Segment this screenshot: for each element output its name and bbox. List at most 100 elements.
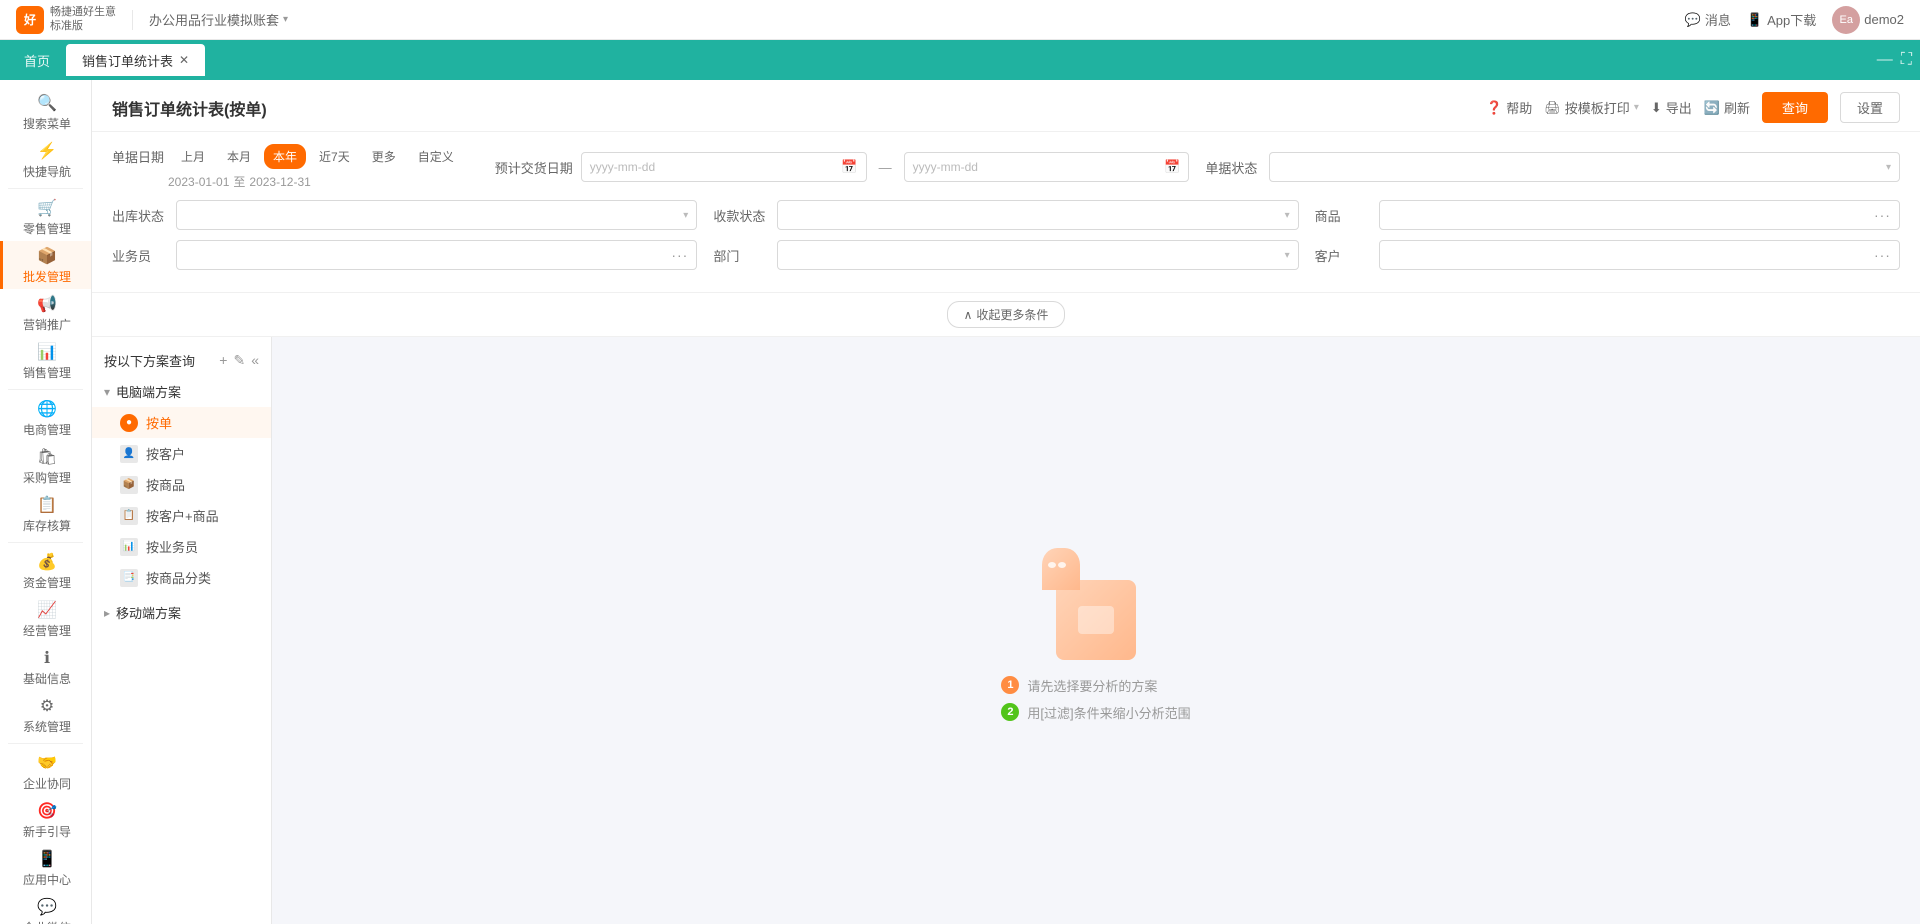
sidebar-item-basic-info[interactable]: ℹ 基础信息 bbox=[0, 643, 91, 691]
scheme-item-by-product[interactable]: 📦 按商品 bbox=[92, 469, 271, 500]
add-scheme-btn[interactable]: + bbox=[219, 352, 227, 369]
sidebar-item-purchase[interactable]: 🛍 采购管理 bbox=[0, 442, 91, 490]
sidebar-item-app-center[interactable]: 📱 应用中心 bbox=[0, 844, 91, 892]
customer-input[interactable]: ··· bbox=[1379, 240, 1900, 270]
sidebar-item-marketing[interactable]: 📢 营销推广 bbox=[0, 289, 91, 337]
empty-tips: 1 请先选择要分析的方案 2 用[过滤]条件来缩小分析范围 bbox=[1001, 676, 1190, 722]
tab-close-icon[interactable]: ✕ bbox=[179, 53, 189, 67]
sidebar-item-enterprise-collab[interactable]: 🤝 企业协同 bbox=[0, 748, 91, 796]
logo-area: 好 畅捷通好生意 标准版 bbox=[16, 6, 116, 34]
user-menu[interactable]: Ea demo2 bbox=[1832, 6, 1904, 34]
filter-row-3: 业务员 ··· 部门 ▾ 客户 bbox=[112, 240, 1900, 270]
last-7-days-btn[interactable]: 近7天 bbox=[310, 144, 359, 169]
edit-scheme-btn[interactable]: ✎ bbox=[233, 352, 245, 369]
payment-status-label: 收款状态 bbox=[713, 206, 769, 225]
salesperson-more-icon[interactable]: ··· bbox=[671, 247, 688, 263]
sidebar-item-search-menu[interactable]: 🔍 搜索菜单 bbox=[0, 88, 91, 136]
order-status-select[interactable]: ▾ bbox=[1269, 152, 1900, 182]
by-salesperson-icon: 📊 bbox=[120, 538, 138, 556]
customer-more-icon[interactable]: ··· bbox=[1874, 247, 1891, 263]
department-label: 部门 bbox=[713, 246, 769, 265]
app-download-btn[interactable]: 📱 App下载 bbox=[1747, 10, 1816, 29]
empty-head bbox=[1042, 548, 1080, 590]
export-icon: ⬇ bbox=[1651, 100, 1662, 116]
date-range-end: 2023-12-31 bbox=[249, 175, 310, 189]
scheme-item-by-order[interactable]: ● 按单 bbox=[92, 407, 271, 438]
sidebar-item-quick-nav[interactable]: ⚡ 快捷导航 bbox=[0, 136, 91, 184]
sidebar-item-wholesale[interactable]: 📦 批发管理 bbox=[0, 241, 91, 289]
goods-input[interactable]: ··· bbox=[1379, 200, 1900, 230]
refresh-btn[interactable]: 🔄 刷新 bbox=[1704, 98, 1750, 117]
top-bar-left: 好 畅捷通好生意 标准版 办公用品行业模拟账套 ▾ bbox=[16, 6, 288, 34]
salesperson-label: 业务员 bbox=[112, 246, 168, 265]
payment-status-select[interactable]: ▾ bbox=[777, 200, 1298, 230]
this-year-btn[interactable]: 本年 bbox=[264, 144, 306, 169]
custom-date-btn[interactable]: 自定义 bbox=[409, 144, 463, 169]
messages-btn[interactable]: 💬 消息 bbox=[1685, 10, 1731, 29]
sidebar-item-system[interactable]: ⚙ 系统管理 bbox=[0, 691, 91, 739]
payment-status-group: 收款状态 ▾ bbox=[713, 200, 1298, 230]
sidebar-item-sales[interactable]: 📊 销售管理 bbox=[0, 337, 91, 385]
print-dropdown-icon[interactable]: ▾ bbox=[1634, 102, 1639, 113]
scheme-item-by-customer[interactable]: 👤 按客户 bbox=[92, 438, 271, 469]
scheme-item-by-product-category[interactable]: 📑 按商品分类 bbox=[92, 562, 271, 593]
mobile-schemes-header[interactable]: ▸ 移动端方案 bbox=[92, 597, 271, 628]
help-btn[interactable]: ❓ 帮助 bbox=[1486, 98, 1532, 117]
message-icon: 💬 bbox=[1685, 12, 1701, 28]
help-icon: ❓ bbox=[1486, 100, 1502, 116]
ecommerce-icon: 🌐 bbox=[37, 399, 57, 419]
content-area: 销售订单统计表(按单) ❓ 帮助 🖨 按模板打印 ▾ ⬇ 导出 🔄 刷新 bbox=[92, 80, 1920, 924]
sidebar-item-operations[interactable]: 📈 经营管理 bbox=[0, 595, 91, 643]
pc-schemes-header[interactable]: ▾ 电脑端方案 bbox=[92, 376, 271, 407]
department-group: 部门 ▾ bbox=[713, 240, 1298, 270]
ship-status-select[interactable]: ▾ bbox=[176, 200, 697, 230]
template-print-btn[interactable]: 🖨 按模板打印 ▾ bbox=[1544, 98, 1639, 117]
empty-illustration bbox=[1026, 540, 1166, 660]
scheme-item-by-salesperson[interactable]: 📊 按业务员 bbox=[92, 531, 271, 562]
collapse-scheme-btn[interactable]: « bbox=[251, 352, 259, 369]
customer-group: 客户 ··· bbox=[1315, 240, 1900, 270]
sidebar-item-enterprise-wechat[interactable]: 💬 企业微信 bbox=[0, 892, 91, 924]
sidebar-item-ecommerce[interactable]: 🌐 电商管理 bbox=[0, 394, 91, 442]
retail-icon: 🛒 bbox=[37, 198, 57, 218]
last-month-btn[interactable]: 上月 bbox=[172, 144, 214, 169]
avatar: Ea bbox=[1832, 6, 1860, 34]
collab-icon: 🤝 bbox=[37, 753, 57, 773]
sidebar-item-new-user[interactable]: 🎯 新手引导 bbox=[0, 796, 91, 844]
date-dash: — bbox=[875, 160, 896, 175]
filter-panel: 单据日期 上月 本月 本年 近7天 更多 自定义 2023-01-0 bbox=[92, 132, 1920, 293]
settings-btn[interactable]: 设置 bbox=[1840, 92, 1900, 123]
export-btn[interactable]: ⬇ 导出 bbox=[1651, 98, 1692, 117]
sidebar-item-finance[interactable]: 💰 资金管理 bbox=[0, 547, 91, 595]
divider4 bbox=[8, 743, 83, 744]
tab-sales-order-stats[interactable]: 销售订单统计表 ✕ bbox=[66, 44, 205, 76]
tip-num-2: 2 bbox=[1001, 703, 1019, 721]
expected-delivery-group: 预计交货日期 yyyy-mm-dd 📅 — yyyy-mm-dd 📅 bbox=[495, 152, 1190, 182]
query-btn[interactable]: 查询 bbox=[1762, 92, 1828, 123]
expected-delivery-start[interactable]: yyyy-mm-dd 📅 bbox=[581, 152, 867, 182]
order-status-group: 单据状态 ▾ bbox=[1205, 152, 1900, 182]
empty-tip-1: 1 请先选择要分析的方案 bbox=[1001, 676, 1190, 695]
date-label: 单据日期 bbox=[112, 147, 168, 166]
print-icon: 🖨 bbox=[1544, 100, 1561, 116]
tab-home[interactable]: 首页 bbox=[8, 44, 66, 76]
ship-status-label: 出库状态 bbox=[112, 206, 168, 225]
pc-schemes-category: ▾ 电脑端方案 ● 按单 👤 按客户 bbox=[92, 376, 271, 593]
collapse-btn[interactable]: ∧ 收起更多条件 bbox=[947, 301, 1066, 328]
scheme-item-by-customer-product[interactable]: 📋 按客户+商品 bbox=[92, 500, 271, 531]
maximize-btn[interactable]: ⛶ bbox=[1901, 51, 1912, 69]
ship-status-group: 出库状态 ▾ bbox=[112, 200, 697, 230]
this-month-btn[interactable]: 本月 bbox=[218, 144, 260, 169]
filter-and-content: 单据日期 上月 本月 本年 近7天 更多 自定义 2023-01-0 bbox=[92, 132, 1920, 924]
more-date-btn[interactable]: 更多 bbox=[363, 144, 405, 169]
expected-delivery-end[interactable]: yyyy-mm-dd 📅 bbox=[904, 152, 1190, 182]
goods-more-icon[interactable]: ··· bbox=[1874, 207, 1891, 223]
breadcrumb-dropdown-icon[interactable]: ▾ bbox=[283, 14, 288, 25]
department-select[interactable]: ▾ bbox=[777, 240, 1298, 270]
minimize-btn[interactable]: — bbox=[1877, 51, 1893, 69]
breadcrumb-area: 办公用品行业模拟账套 ▾ bbox=[149, 10, 288, 29]
sidebar-item-inventory[interactable]: 📋 库存核算 bbox=[0, 490, 91, 538]
sidebar-item-retail[interactable]: 🛒 零售管理 bbox=[0, 193, 91, 241]
salesperson-input[interactable]: ··· bbox=[176, 240, 697, 270]
collapse-bar[interactable]: ∧ 收起更多条件 bbox=[92, 293, 1920, 337]
